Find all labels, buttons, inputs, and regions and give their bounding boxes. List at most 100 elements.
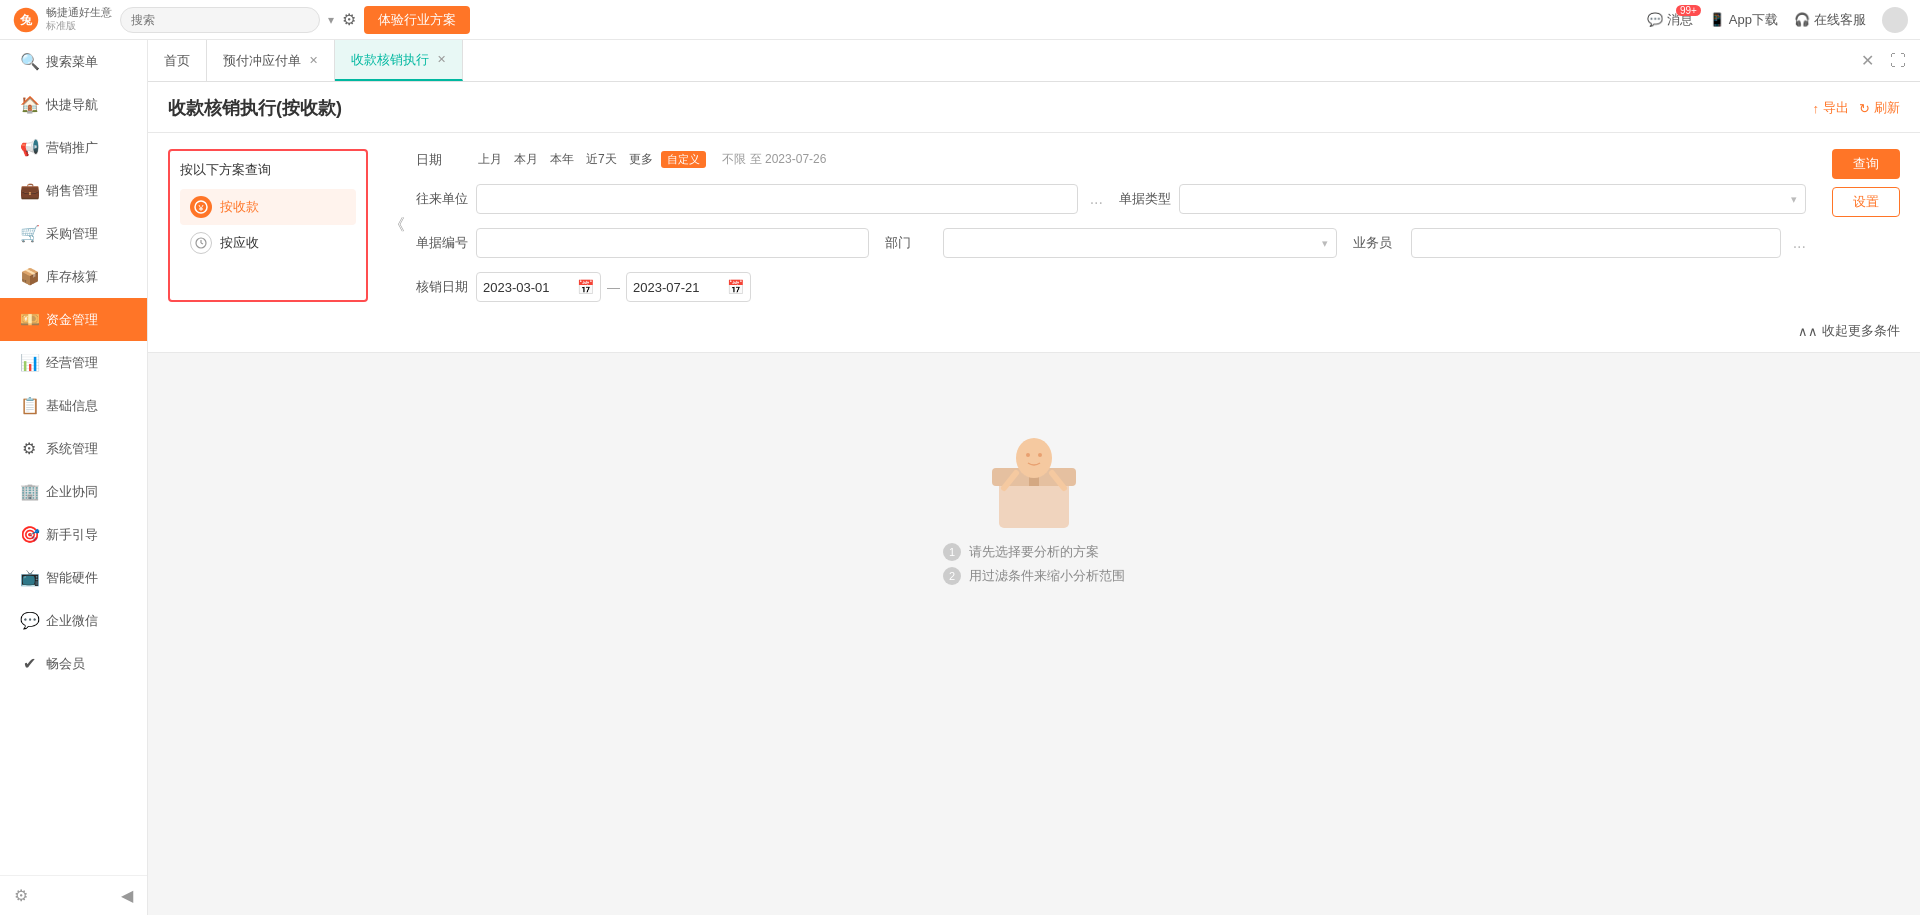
verify-date-label: 核销日期 xyxy=(416,278,468,296)
export-button[interactable]: ↑ 导出 xyxy=(1813,99,1850,117)
export-icon: ↑ xyxy=(1813,101,1820,116)
doctype-select[interactable]: ▾ xyxy=(1179,184,1806,214)
calendar-end-icon[interactable]: 📅 xyxy=(727,279,744,295)
sidebar-item-search[interactable]: 🔍 搜索菜单 xyxy=(0,40,147,83)
sidebar-item-system[interactable]: ⚙ 系统管理 xyxy=(0,427,147,470)
sidebar-item-guide[interactable]: 🎯 新手引导 xyxy=(0,513,147,556)
filter-field-doctype: 单据类型 ▾ xyxy=(1119,184,1806,214)
verify-date-range: 📅 — 📅 xyxy=(476,272,751,302)
empty-illustration xyxy=(974,433,1094,533)
sidebar-settings-icon[interactable]: ⚙ xyxy=(14,886,28,905)
sidebar-item-operations[interactable]: 📊 经营管理 xyxy=(0,341,147,384)
tab-collection[interactable]: 收款核销执行 ✕ xyxy=(335,40,463,81)
filter-option-by-receivable[interactable]: 按应收 xyxy=(180,225,356,261)
sidebar-item-member[interactable]: ✔ 畅会员 xyxy=(0,642,147,685)
filter-section: 按以下方案查询 ¥ 按收款 xyxy=(148,133,1920,318)
shortcut-7days[interactable]: 近7天 xyxy=(582,149,621,170)
receipt-icon: ¥ xyxy=(190,196,212,218)
tabbar: 首页 预付冲应付单 ✕ 收款核销执行 ✕ ✕ ⛶ xyxy=(148,40,1920,82)
filter-row-date: 日期 上月 本月 本年 近7天 更多 自定义 xyxy=(416,149,1806,170)
refresh-icon: ↻ xyxy=(1859,101,1870,116)
page-content: 收款核销执行(按收款) ↑ 导出 ↻ 刷新 按以下方案查询 xyxy=(148,82,1920,915)
sidebar-item-hardware[interactable]: 📺 智能硬件 xyxy=(0,556,147,599)
filter-collapse-button[interactable]: 《 xyxy=(388,149,406,302)
tab-prepay[interactable]: 预付冲应付单 ✕ xyxy=(207,40,335,81)
date-label: 日期 xyxy=(416,151,466,169)
refresh-button[interactable]: ↻ 刷新 xyxy=(1859,99,1900,117)
staff-label: 业务员 xyxy=(1353,234,1403,252)
date-no-limit: 不限 xyxy=(722,151,746,168)
hint-num-1: 1 xyxy=(943,543,961,561)
filter-option-by-receipt[interactable]: ¥ 按收款 xyxy=(180,189,356,225)
sidebar-item-quicknav[interactable]: 🏠 快捷导航 xyxy=(0,83,147,126)
date-separator: — xyxy=(607,280,620,295)
filter-row-partner: 往来单位 ... 单据类型 xyxy=(416,184,1806,214)
solution-button[interactable]: 体验行业方案 xyxy=(364,6,470,34)
date-to: 至 2023-07-26 xyxy=(750,151,827,168)
search-icon: 🔍 xyxy=(20,52,38,71)
receipt-svg: ¥ xyxy=(194,200,208,214)
doctype-label: 单据类型 xyxy=(1119,190,1171,208)
svg-point-10 xyxy=(1016,438,1052,478)
date-shortcuts: 上月 本月 本年 近7天 更多 自定义 xyxy=(474,149,706,170)
chart-icon: 📊 xyxy=(20,353,38,372)
calendar-start-icon[interactable]: 📅 xyxy=(577,279,594,295)
sidebar-item-inventory[interactable]: 📦 库存核算 xyxy=(0,255,147,298)
cart-icon: 🛒 xyxy=(20,224,38,243)
filter-row-verify-date: 核销日期 📅 — xyxy=(416,272,1806,302)
tab-home[interactable]: 首页 xyxy=(148,40,207,81)
online-service-button[interactable]: 🎧 在线客服 xyxy=(1794,11,1866,29)
shortcut-this-year[interactable]: 本年 xyxy=(546,149,578,170)
sidebar-item-marketing[interactable]: 📢 营销推广 xyxy=(0,126,147,169)
sidebar-item-enterprise[interactable]: 🏢 企业协同 xyxy=(0,470,147,513)
hint-num-2: 2 xyxy=(943,567,961,585)
tab-prepay-close[interactable]: ✕ xyxy=(309,54,318,67)
partner-label: 往来单位 xyxy=(416,190,468,208)
partner-dots-icon[interactable]: ... xyxy=(1090,190,1103,208)
money-icon: 💴 xyxy=(20,310,38,329)
docno-label: 单据编号 xyxy=(416,234,468,252)
guide-icon: 🎯 xyxy=(20,525,38,544)
verify-date-start-wrap: 📅 xyxy=(476,272,601,302)
filter-row-docno: 单据编号 部门 ▾ xyxy=(416,228,1806,258)
svg-line-6 xyxy=(201,243,203,244)
sidebar-item-sales[interactable]: 💼 销售管理 xyxy=(0,169,147,212)
message-button[interactable]: 💬 消息 99+ xyxy=(1647,11,1693,29)
close-tab-button[interactable]: ✕ xyxy=(1857,47,1878,74)
topbar-search-input[interactable] xyxy=(120,7,320,33)
dept-select[interactable]: ▾ xyxy=(943,228,1338,258)
gear-icon: ⚙ xyxy=(20,439,38,458)
shortcut-this-month[interactable]: 本月 xyxy=(510,149,542,170)
topbar: 兔 畅捷通好生意 标准版 ▾ ⚙ 体验行业方案 💬 消息 99+ 📱 App下载… xyxy=(0,0,1920,40)
sidebar-item-purchase[interactable]: 🛒 采购管理 xyxy=(0,212,147,255)
shortcut-last-month[interactable]: 上月 xyxy=(474,149,506,170)
staff-select[interactable] xyxy=(1411,228,1780,258)
sidebar-collapse-icon[interactable]: ◀ xyxy=(121,886,133,905)
docno-input[interactable] xyxy=(476,228,869,258)
user-menu[interactable] xyxy=(1882,7,1908,33)
clock-svg xyxy=(195,237,207,249)
partner-select[interactable] xyxy=(476,184,1078,214)
topbar-right: 💬 消息 99+ 📱 App下载 🎧 在线客服 xyxy=(1647,7,1908,33)
dropdown-icon[interactable]: ▾ xyxy=(328,13,334,27)
page-header: 收款核销执行(按收款) ↑ 导出 ↻ 刷新 xyxy=(148,82,1920,133)
maximize-tab-button[interactable]: ⛶ xyxy=(1886,48,1910,74)
sidebar-item-wechat[interactable]: 💬 企业微信 xyxy=(0,599,147,642)
verify-date-end-input[interactable] xyxy=(633,280,723,295)
filter-left-panel: 按以下方案查询 ¥ 按收款 xyxy=(168,149,368,302)
app-brand: 畅捷通好生意 标准版 xyxy=(46,6,112,33)
staff-dots-icon[interactable]: ... xyxy=(1793,234,1806,252)
filter-field-partner: 往来单位 ... xyxy=(416,184,1103,214)
query-button[interactable]: 查询 xyxy=(1832,149,1900,179)
empty-hints: 1 请先选择要分析的方案 2 用过滤条件来缩小分析范围 xyxy=(943,543,1125,585)
sidebar-item-basic[interactable]: 📋 基础信息 xyxy=(0,384,147,427)
settings-icon[interactable]: ⚙ xyxy=(342,10,356,29)
filter-settings-button[interactable]: 设置 xyxy=(1832,187,1900,217)
empty-hint-1: 1 请先选择要分析的方案 xyxy=(943,543,1125,561)
app-download-button[interactable]: 📱 App下载 xyxy=(1709,11,1778,29)
sidebar-item-finance[interactable]: 💴 资金管理 xyxy=(0,298,147,341)
collapse-more-button[interactable]: ∧∧ 收起更多条件 xyxy=(1798,322,1900,340)
shortcut-more[interactable]: 更多 xyxy=(625,149,657,170)
verify-date-start-input[interactable] xyxy=(483,280,573,295)
tab-collection-close[interactable]: ✕ xyxy=(437,53,446,66)
